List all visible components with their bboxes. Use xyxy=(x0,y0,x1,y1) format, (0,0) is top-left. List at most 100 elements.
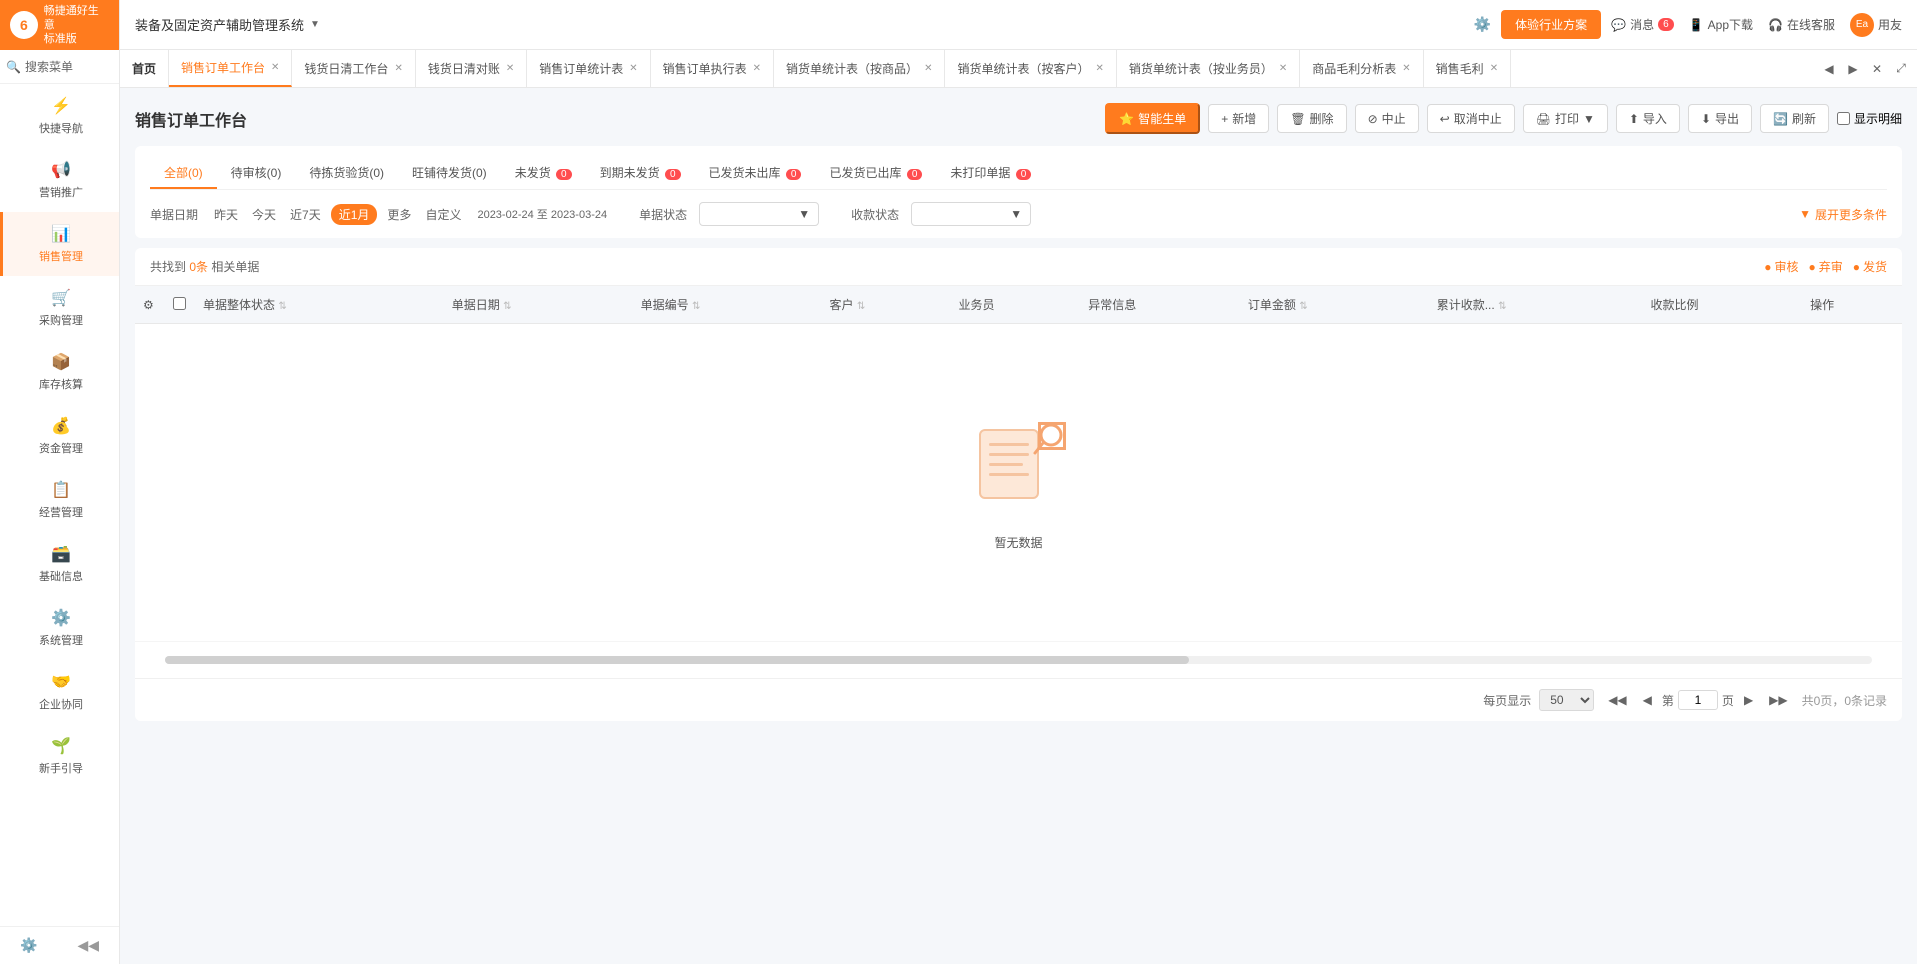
th-settings[interactable]: ⚙ xyxy=(135,286,165,324)
sidebar-item-cooperation[interactable]: 🤝 企业协同 xyxy=(0,660,119,724)
app-download-action[interactable]: 📱 App下载 xyxy=(1689,16,1753,33)
system-dropdown[interactable]: ▼ xyxy=(310,19,320,30)
tab-sales-exec[interactable]: 销售订单执行表 ✕ xyxy=(651,50,774,87)
next-page-btn[interactable]: ▶ xyxy=(1738,691,1759,709)
tab-close-sales-stat-salesman[interactable]: ✕ xyxy=(1279,63,1287,74)
scroll-thumb[interactable] xyxy=(165,656,1189,664)
ship-action-btn[interactable]: ● 发货 xyxy=(1853,258,1887,275)
date-opt-today[interactable]: 今天 xyxy=(248,204,280,225)
sidebar-item-marketing[interactable]: 📢 营销推广 xyxy=(0,148,119,212)
sidebar-item-operations[interactable]: 📋 经营管理 xyxy=(0,468,119,532)
filter-tab-not-shipped[interactable]: 未发货 0 xyxy=(501,158,586,189)
filter-tab-pending-review[interactable]: 待审核(0) xyxy=(217,158,296,189)
tab-close-sales-stat-customer[interactable]: ✕ xyxy=(1095,63,1103,74)
tab-sales-stat-customer[interactable]: 销货单统计表（按客户） ✕ xyxy=(945,50,1116,87)
sidebar-item-inventory[interactable]: 📦 库存核算 xyxy=(0,340,119,404)
user-action[interactable]: Ea 用友 xyxy=(1850,13,1902,37)
sort-customer-icon[interactable]: ⇅ xyxy=(857,301,865,312)
stop-btn[interactable]: ⊘ 中止 xyxy=(1355,104,1419,133)
filter-tab-wangpu-ship[interactable]: 旺铺待发货(0) xyxy=(398,158,501,189)
filter-tab-expired-not-shipped[interactable]: 到期未发货 0 xyxy=(586,158,695,189)
sidebar-item-sales[interactable]: 📊 销售管理 xyxy=(0,212,119,276)
ship-dot: ● xyxy=(1853,260,1860,274)
status-select[interactable]: ▼ xyxy=(699,202,819,226)
th-checkbox[interactable] xyxy=(165,286,195,324)
tab-cash-reconcile[interactable]: 钱货日清对账 ✕ xyxy=(416,50,527,87)
sort-date-icon[interactable]: ⇅ xyxy=(503,301,511,312)
tab-close-cash-reconcile[interactable]: ✕ xyxy=(506,63,514,74)
tab-cash-daily[interactable]: 钱货日清工作台 ✕ xyxy=(292,50,415,87)
select-all-checkbox[interactable] xyxy=(173,297,186,310)
prev-page-btn[interactable]: ◀ xyxy=(1637,691,1658,709)
filter-tab-not-printed[interactable]: 未打印单据 0 xyxy=(936,158,1045,189)
solution-btn[interactable]: 体验行业方案 xyxy=(1501,10,1601,39)
tab-close-sales-stat[interactable]: ✕ xyxy=(629,63,637,74)
expand-btn[interactable]: ▼ 展开更多条件 xyxy=(1799,206,1887,223)
tab-close-cash-daily[interactable]: ✕ xyxy=(394,63,402,74)
message-action[interactable]: 💬 消息 6 xyxy=(1611,16,1674,33)
tab-close-sales-workbench[interactable]: ✕ xyxy=(271,62,279,73)
sidebar-item-basic-info[interactable]: 🗃️ 基础信息 xyxy=(0,532,119,596)
tab-close-sales-exec[interactable]: ✕ xyxy=(753,63,761,74)
tab-close-all-btn[interactable]: ✕ xyxy=(1867,59,1887,79)
delete-btn[interactable]: 🗑 删除 xyxy=(1277,104,1346,133)
tab-sales-stat[interactable]: 销售订单统计表 ✕ xyxy=(527,50,650,87)
tab-sales-stat-salesman[interactable]: 销货单统计表（按业务员） ✕ xyxy=(1117,50,1300,87)
import-btn[interactable]: ⬆ 导入 xyxy=(1616,104,1680,133)
show-detail-input[interactable] xyxy=(1837,112,1850,125)
tab-gross-margin[interactable]: 商品毛利分析表 ✕ xyxy=(1300,50,1423,87)
add-btn[interactable]: + 新增 xyxy=(1208,104,1269,133)
tab-home[interactable]: 首页 xyxy=(120,50,169,87)
date-opt-more[interactable]: 更多 xyxy=(383,204,415,225)
tab-sales-workbench[interactable]: 销售订单工作台 ✕ xyxy=(169,50,292,87)
tab-prev-btn[interactable]: ◀ xyxy=(1819,59,1839,79)
date-opt-7days[interactable]: 近7天 xyxy=(286,204,325,225)
tab-expand-btn[interactable]: ⤢ xyxy=(1891,59,1911,79)
last-page-btn[interactable]: ▶▶ xyxy=(1763,691,1793,709)
payment-select[interactable]: ▼ xyxy=(911,202,1031,226)
sidebar-item-finance[interactable]: 💰 资金管理 xyxy=(0,404,119,468)
sort-collected-icon[interactable]: ⇅ xyxy=(1498,301,1506,312)
sort-amount-icon[interactable]: ⇅ xyxy=(1299,301,1307,312)
sidebar-item-purchase[interactable]: 🛒 采购管理 xyxy=(0,276,119,340)
smart-btn[interactable]: ⭐ 智能生单 xyxy=(1105,103,1200,134)
tab-gross-margin-label: 商品毛利分析表 xyxy=(1312,60,1396,77)
sidebar-item-quick-nav[interactable]: ⚡ 快捷导航 xyxy=(0,84,119,148)
online-service-action[interactable]: 🎧 在线客服 xyxy=(1768,16,1835,33)
refresh-icon: 🔄 xyxy=(1773,112,1788,126)
print-btn[interactable]: 🖨 打印 ▼ xyxy=(1523,104,1608,133)
cancel-stop-btn[interactable]: ↩ 取消中止 xyxy=(1427,104,1515,133)
sort-status-icon[interactable]: ⇅ xyxy=(278,301,286,312)
filter-tab-all[interactable]: 全部(0) xyxy=(150,158,217,189)
date-opt-custom[interactable]: 自定义 xyxy=(421,204,465,225)
tab-close-sales-profit[interactable]: ✕ xyxy=(1490,63,1498,74)
tab-close-sales-stat-product[interactable]: ✕ xyxy=(924,63,932,74)
tab-close-gross-margin[interactable]: ✕ xyxy=(1402,63,1410,74)
sidebar-item-guide[interactable]: 🌱 新手引导 xyxy=(0,724,119,788)
sidebar-search[interactable]: 🔍 搜索菜单 xyxy=(0,50,119,84)
cancel-review-action-btn[interactable]: ● 弃审 xyxy=(1808,258,1842,275)
filter-tab-shipped-out[interactable]: 已发货已出库 0 xyxy=(815,158,936,189)
date-opt-1month[interactable]: 近1月 xyxy=(331,204,378,225)
scroll-track[interactable] xyxy=(165,656,1872,664)
settings-bottom-btn[interactable]: ⚙️ xyxy=(20,937,37,954)
filter-tab-pending-inspect[interactable]: 待拣货验货(0) xyxy=(295,158,398,189)
page-header: 销售订单工作台 ⭐ 智能生单 + 新增 🗑 删除 ⊘ 中止 xyxy=(135,103,1902,134)
export-btn[interactable]: ⬇ 导出 xyxy=(1688,104,1752,133)
refresh-btn[interactable]: 🔄 刷新 xyxy=(1760,104,1829,133)
collapse-btn[interactable]: ◀◀ xyxy=(77,937,99,954)
show-detail-checkbox[interactable]: 显示明细 xyxy=(1837,110,1902,127)
first-page-btn[interactable]: ◀◀ xyxy=(1602,691,1632,709)
tab-sales-stat-product[interactable]: 销货单统计表（按商品） ✕ xyxy=(774,50,945,87)
page-size-select[interactable]: 50 10 20 100 xyxy=(1539,689,1594,711)
filter-tab-shipped-not-out[interactable]: 已发货未出库 0 xyxy=(695,158,816,189)
date-opt-yesterday[interactable]: 昨天 xyxy=(210,204,242,225)
horizontal-scrollbar-track[interactable] xyxy=(135,642,1902,678)
tab-next-btn[interactable]: ▶ xyxy=(1843,59,1863,79)
review-action-btn[interactable]: ● 审核 xyxy=(1764,258,1798,275)
tab-sales-profit[interactable]: 销售毛利 ✕ xyxy=(1424,50,1511,87)
page-number-input[interactable] xyxy=(1678,690,1718,710)
topbar-settings-icon[interactable]: ⚙️ xyxy=(1474,16,1491,33)
sort-number-icon[interactable]: ⇅ xyxy=(692,301,700,312)
sidebar-item-system[interactable]: ⚙️ 系统管理 xyxy=(0,596,119,660)
